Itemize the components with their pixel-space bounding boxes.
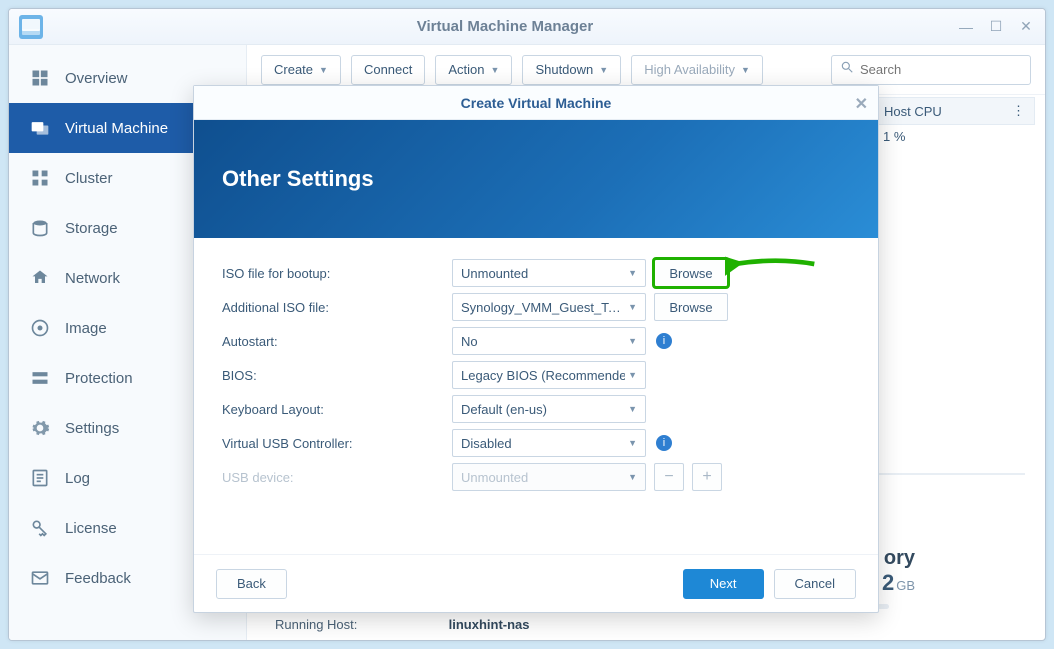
shutdown-button[interactable]: Shutdown▼: [522, 55, 621, 85]
remove-usb-button: −: [654, 463, 684, 491]
info-icon[interactable]: i: [656, 333, 672, 349]
label-usb-device: USB device:: [222, 470, 452, 485]
mail-icon: [29, 567, 51, 589]
info-icon[interactable]: i: [656, 435, 672, 451]
sidebar-item-label: Cluster: [65, 170, 113, 187]
select-usb-controller[interactable]: Disabled▼: [452, 429, 646, 457]
chevron-down-icon: ▼: [628, 370, 637, 380]
label-autostart: Autostart:: [222, 334, 452, 349]
chevron-down-icon: ▼: [628, 302, 637, 312]
app-title: Virtual Machine Manager: [53, 18, 957, 35]
browse-additional-iso-button[interactable]: Browse: [654, 293, 728, 321]
select-autostart[interactable]: No▼: [452, 327, 646, 355]
select-iso-bootup[interactable]: Unmounted▼: [452, 259, 646, 287]
high-availability-button[interactable]: High Availability▼: [631, 55, 763, 85]
action-button[interactable]: Action▼: [435, 55, 512, 85]
search-input[interactable]: [860, 62, 1036, 77]
modal-header: Other Settings: [194, 120, 878, 238]
select-keyboard[interactable]: Default (en-us)▼: [452, 395, 646, 423]
create-button[interactable]: Create▼: [261, 55, 341, 85]
host-cpu-column: Host CPU ⋮ 1 %: [875, 97, 1035, 153]
row-keyboard: Keyboard Layout: Default (en-us)▼: [222, 392, 850, 426]
sidebar-item-label: Storage: [65, 220, 118, 237]
app-icon: [19, 15, 43, 39]
search-icon: [840, 60, 854, 79]
overview-icon: [29, 67, 51, 89]
modal-footer: Back Next Cancel: [194, 554, 878, 612]
label-keyboard: Keyboard Layout:: [222, 402, 452, 417]
cluster-icon: [29, 167, 51, 189]
sidebar-item-label: License: [65, 520, 117, 537]
sidebar-item-label: Log: [65, 470, 90, 487]
chevron-down-icon: ▼: [628, 404, 637, 414]
maximize-button[interactable]: ☐: [987, 18, 1005, 36]
title-bar: Virtual Machine Manager — ☐ ✕: [9, 9, 1045, 45]
select-additional-iso[interactable]: Synology_VMM_Guest_Tool▼: [452, 293, 646, 321]
sidebar-item-label: Network: [65, 270, 120, 287]
select-bios[interactable]: Legacy BIOS (Recommended)▼: [452, 361, 646, 389]
column-menu-icon[interactable]: ⋮: [1012, 103, 1026, 119]
window-controls: — ☐ ✕: [957, 18, 1035, 36]
minimize-button[interactable]: —: [957, 18, 975, 36]
vm-icon: [29, 117, 51, 139]
row-usb-controller: Virtual USB Controller: Disabled▼ i: [222, 426, 850, 460]
back-button[interactable]: Back: [216, 569, 287, 599]
chevron-down-icon: ▼: [628, 268, 637, 278]
modal-body: ISO file for bootup: Unmounted▼ Browse A…: [194, 238, 878, 554]
chevron-down-icon: ▼: [319, 65, 328, 75]
sidebar-item-label: Overview: [65, 70, 128, 87]
host-cpu-header[interactable]: Host CPU ⋮: [875, 97, 1035, 125]
chevron-down-icon: ▼: [628, 472, 637, 482]
cancel-button[interactable]: Cancel: [774, 569, 856, 599]
key-icon: [29, 517, 51, 539]
row-bios: BIOS: Legacy BIOS (Recommended)▼: [222, 358, 850, 392]
next-button[interactable]: Next: [683, 569, 764, 599]
image-icon: [29, 317, 51, 339]
modal-title: Create Virtual Machine: [461, 95, 612, 111]
modal-title-bar: Create Virtual Machine ✕: [194, 86, 878, 120]
chevron-down-icon: ▼: [599, 65, 608, 75]
create-vm-modal: Create Virtual Machine ✕ Other Settings …: [193, 85, 879, 613]
app-window: Virtual Machine Manager — ☐ ✕ Overview V…: [8, 8, 1046, 641]
storage-icon: [29, 217, 51, 239]
chevron-down-icon: ▼: [741, 65, 750, 75]
label-iso-bootup: ISO file for bootup:: [222, 266, 452, 281]
bg-host-row: Running Host: linuxhint-nas: [275, 617, 530, 632]
close-button[interactable]: ✕: [1017, 18, 1035, 36]
modal-close-button[interactable]: ✕: [855, 94, 868, 114]
row-additional-iso: Additional ISO file: Synology_VMM_Guest_…: [222, 290, 850, 324]
gear-icon: [29, 417, 51, 439]
chevron-down-icon: ▼: [628, 336, 637, 346]
sidebar-item-label: Settings: [65, 420, 119, 437]
label-additional-iso: Additional ISO file:: [222, 300, 452, 315]
protection-icon: [29, 367, 51, 389]
select-usb-device: Unmounted▼: [452, 463, 646, 491]
connect-button[interactable]: Connect: [351, 55, 425, 85]
annotation-arrow: [725, 249, 819, 279]
sidebar-item-label: Feedback: [65, 570, 131, 587]
sidebar-item-label: Virtual Machine: [65, 120, 168, 137]
label-bios: BIOS:: [222, 368, 452, 383]
label-usb-controller: Virtual USB Controller:: [222, 436, 452, 451]
host-cpu-value: 1 %: [875, 125, 1035, 153]
memory-label: ory 2GB: [882, 547, 915, 596]
chevron-down-icon: ▼: [628, 438, 637, 448]
sidebar-item-label: Protection: [65, 370, 133, 387]
row-autostart: Autostart: No▼ i: [222, 324, 850, 358]
add-usb-button: +: [692, 463, 722, 491]
row-usb-device: USB device: Unmounted▼ − +: [222, 460, 850, 494]
search-field[interactable]: [831, 55, 1031, 85]
chevron-down-icon: ▼: [491, 65, 500, 75]
log-icon: [29, 467, 51, 489]
sidebar-item-label: Image: [65, 320, 107, 337]
browse-iso-bootup-button[interactable]: Browse: [654, 259, 728, 287]
network-icon: [29, 267, 51, 289]
modal-heading: Other Settings: [222, 166, 374, 192]
